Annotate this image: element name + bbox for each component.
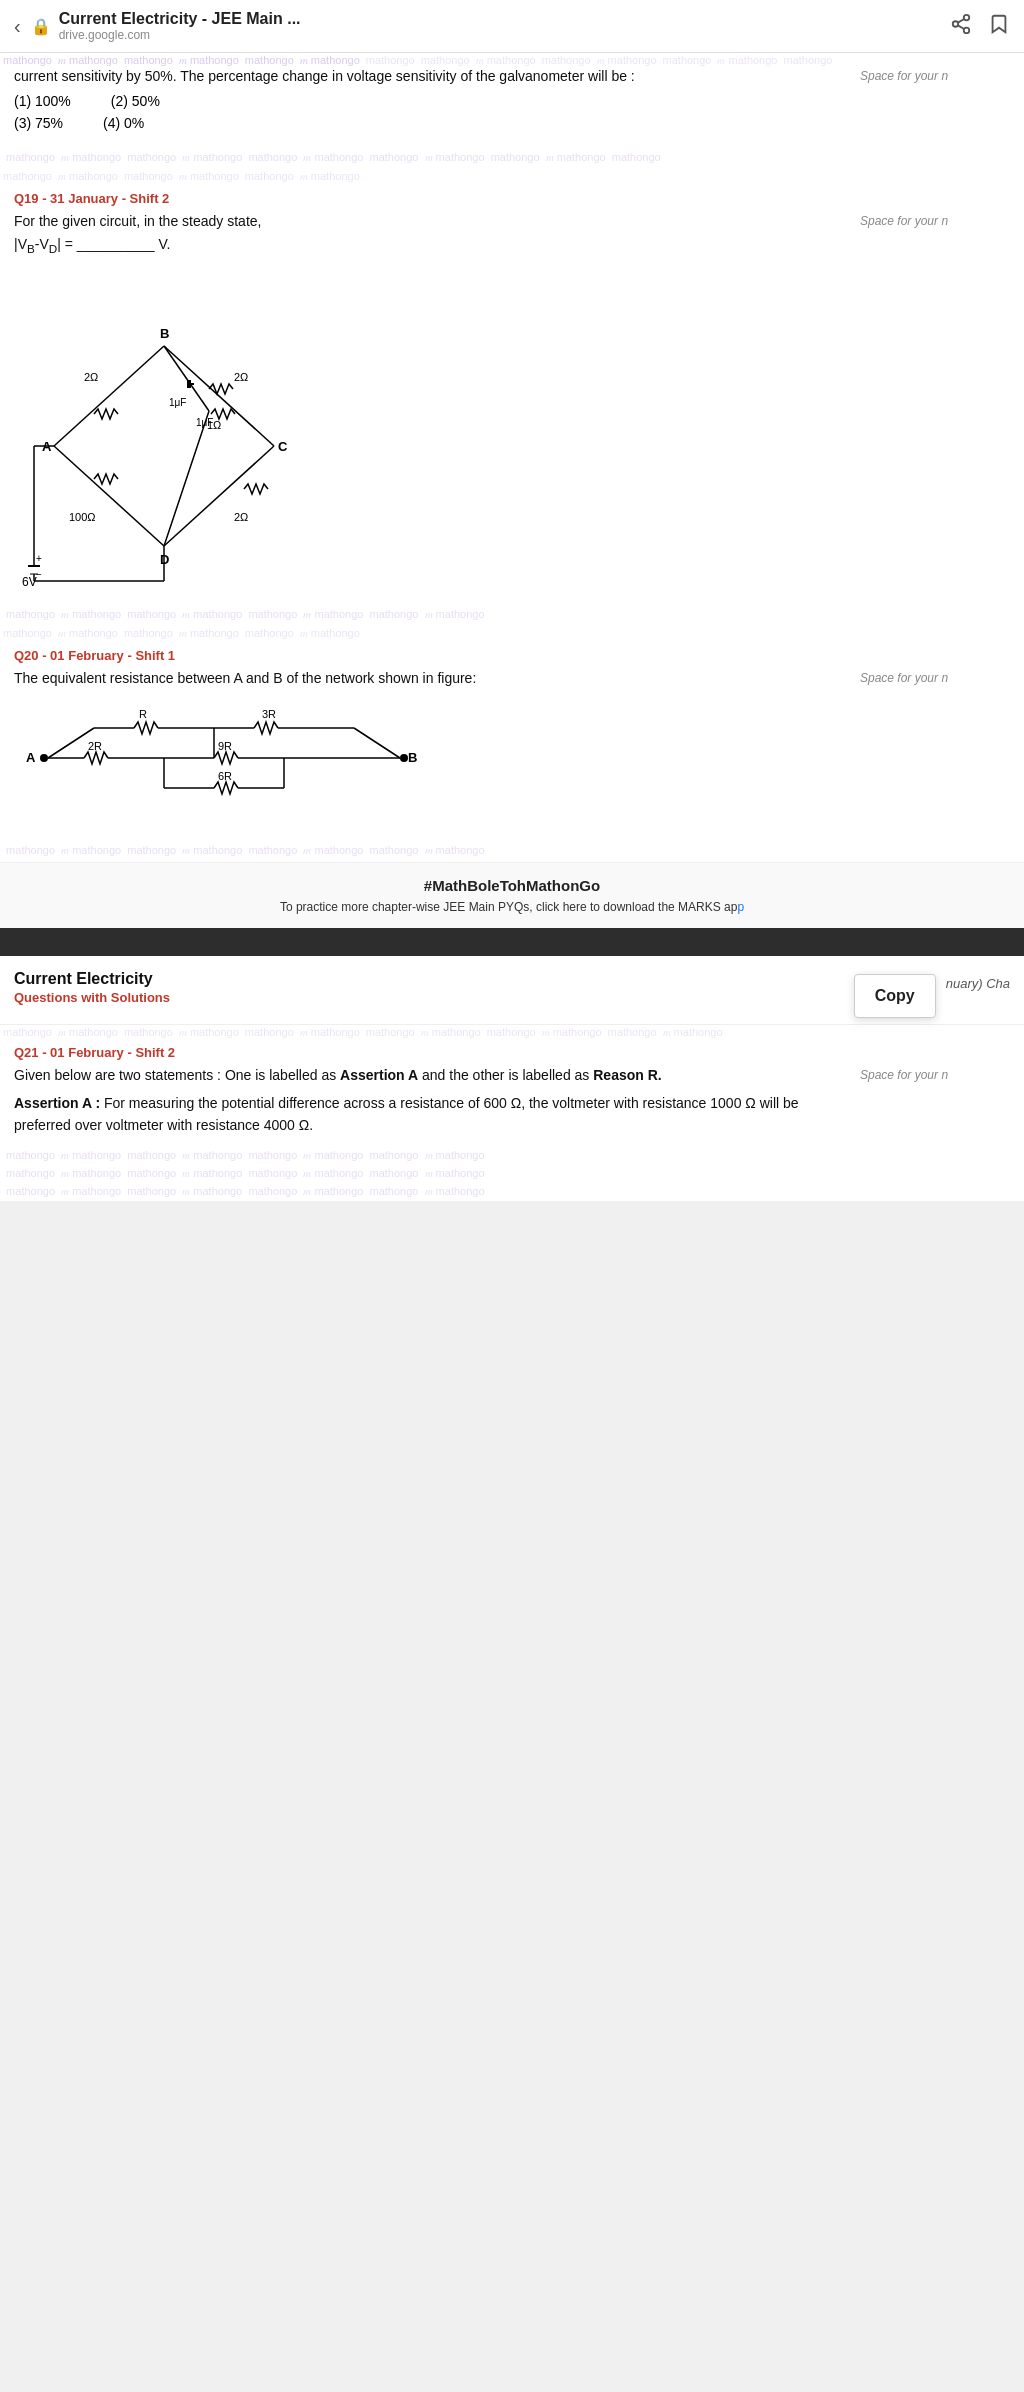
intro-text: current sensitivity by 50%. The percenta… (14, 65, 850, 87)
svg-text:2Ω: 2Ω (84, 371, 98, 383)
page-title: Current Electricity - JEE Main ... (59, 10, 950, 28)
q20-text: The equivalent resistance between A and … (14, 667, 850, 689)
option-3: (3) 75% (14, 115, 63, 131)
svg-text:1μF: 1μF (169, 397, 186, 408)
reason-label: Reason R. (593, 1067, 661, 1083)
svg-line-3 (958, 25, 964, 29)
svg-text:2Ω: 2Ω (234, 511, 248, 523)
svg-line-7 (164, 346, 274, 446)
svg-point-37 (400, 754, 408, 762)
svg-point-2 (964, 27, 970, 32)
svg-text:3R: 3R (262, 708, 276, 720)
space-note-q19: Space for your n (860, 210, 1010, 228)
option-1: (1) 100% (14, 93, 71, 109)
options-row: (1) 100% (2) 50% (14, 93, 850, 109)
svg-line-4 (958, 18, 964, 22)
q21-label: Q21 - 01 February - Shift 2 (14, 1045, 1010, 1060)
network-svg: A B R (14, 698, 434, 818)
q20-label: Q20 - 01 February - Shift 1 (14, 648, 1010, 663)
section-q19: mathongo𝑚 mathongomathongo𝑚 mathongomath… (0, 169, 1024, 606)
svg-text:2R: 2R (88, 740, 102, 752)
back-button[interactable]: ‹ (14, 15, 21, 38)
page-subtitle: drive.google.com (59, 28, 950, 42)
q19-circuit: 2Ω 2Ω 100Ω (14, 266, 850, 586)
svg-text:R: R (139, 708, 147, 720)
options-row-2: (3) 75% (4) 0% (14, 115, 850, 131)
watermark-strip-6: mathongo 𝑚 mathongo mathongo 𝑚 mathongo … (0, 1185, 1024, 1201)
svg-text:6V: 6V (22, 575, 37, 586)
section-q21: mathongo𝑚 mathongomathongo𝑚 mathongomath… (0, 1025, 1024, 1147)
watermark-strip-1: mathongo 𝑚 mathongo mathongo 𝑚 mathongo … (0, 151, 1024, 167)
hashtag-text: #MathBoleTohMathonGo (14, 877, 1010, 894)
page2-title-group: Current Electricity Questions with Solut… (14, 970, 842, 1005)
page2-header: Current Electricity Questions with Solut… (0, 956, 1024, 1025)
watermark-strip-3: mathongo 𝑚 mathongo mathongo 𝑚 mathongo … (0, 844, 1024, 860)
watermark-strip-5: mathongo 𝑚 mathongo mathongo 𝑚 mathongo … (0, 1167, 1024, 1183)
q21-text1: Given below are two statements : One is … (14, 1064, 850, 1086)
space-note-1: Space for your n (860, 65, 1010, 83)
svg-text:C: C (278, 439, 288, 454)
svg-text:−: − (36, 569, 42, 580)
share-icon[interactable] (950, 13, 972, 40)
circuit-svg: 2Ω 2Ω 100Ω (14, 266, 314, 586)
copy-popup[interactable]: Copy (854, 974, 936, 1018)
lock-icon: 🔒 (31, 17, 51, 36)
page2-chapter-suffix: nuary) Cha (946, 970, 1010, 991)
svg-text:1Ω: 1Ω (207, 419, 221, 431)
assertion-text-prefix: Assertion A : (14, 1095, 104, 1111)
watermark-strip-4: mathongo 𝑚 mathongo mathongo 𝑚 mathongo … (0, 1149, 1024, 1165)
bookmark-icon[interactable] (988, 13, 1010, 40)
hashtag-section: mathongo𝑚 mathongomathongo𝑚 mathongomath… (0, 862, 1024, 928)
svg-line-9 (54, 446, 164, 546)
q20-network: A B R (14, 698, 850, 822)
page2-subtitle: Questions with Solutions (14, 990, 842, 1005)
svg-text:2Ω: 2Ω (234, 371, 248, 383)
copy-label: Copy (875, 987, 915, 1004)
dark-separator (0, 928, 1024, 956)
svg-text:+: + (36, 553, 42, 564)
space-note-q21: Space for your n (860, 1064, 1010, 1082)
cta-text: To practice more chapter-wise JEE Main P… (280, 900, 738, 914)
svg-point-35 (40, 754, 48, 762)
q19-text: For the given circuit, in the steady sta… (14, 210, 850, 232)
svg-text:9R: 9R (218, 740, 232, 752)
svg-text:B: B (408, 750, 417, 765)
q21-assertion: Assertion A : For measuring the potentia… (14, 1092, 850, 1137)
hashtag-subtext: To practice more chapter-wise JEE Main P… (14, 900, 1010, 914)
q19-formula: |VB-VD| = __________ V. (14, 233, 850, 258)
option-2: (2) 50% (111, 93, 160, 109)
svg-point-0 (964, 14, 970, 20)
option-4: (4) 0% (103, 115, 144, 131)
space-note-q20: Space for your n (860, 667, 1010, 685)
q19-label: Q19 - 31 January - Shift 2 (14, 191, 1010, 206)
title-group: Current Electricity - JEE Main ... drive… (59, 10, 950, 42)
top-bar: ‹ 🔒 Current Electricity - JEE Main ... d… (0, 0, 1024, 53)
header-icons (950, 13, 1010, 40)
assertion-label: Assertion A (340, 1067, 418, 1083)
cta-link[interactable]: p (737, 900, 744, 914)
section-intro: mathongo𝑚 mathongomathongo𝑚 mathongomath… (0, 53, 1024, 149)
svg-text:A: A (26, 750, 36, 765)
page-wrapper: mathongo𝑚 mathongomathongo𝑚 mathongomath… (0, 53, 1024, 1201)
section-q20: mathongo𝑚 mathongomathongo𝑚 mathongomath… (0, 626, 1024, 841)
page2-title: Current Electricity (14, 970, 842, 988)
svg-text:B: B (160, 326, 169, 341)
svg-text:6R: 6R (218, 770, 232, 782)
svg-line-45 (354, 728, 400, 758)
svg-line-5 (54, 346, 164, 446)
page2: Current Electricity Questions with Solut… (0, 956, 1024, 1201)
svg-point-1 (953, 21, 959, 27)
assertion-text: For measuring the potential difference a… (14, 1095, 799, 1133)
svg-text:100Ω: 100Ω (69, 511, 96, 523)
watermark-strip-2: mathongo 𝑚 mathongo mathongo 𝑚 mathongo … (0, 608, 1024, 624)
